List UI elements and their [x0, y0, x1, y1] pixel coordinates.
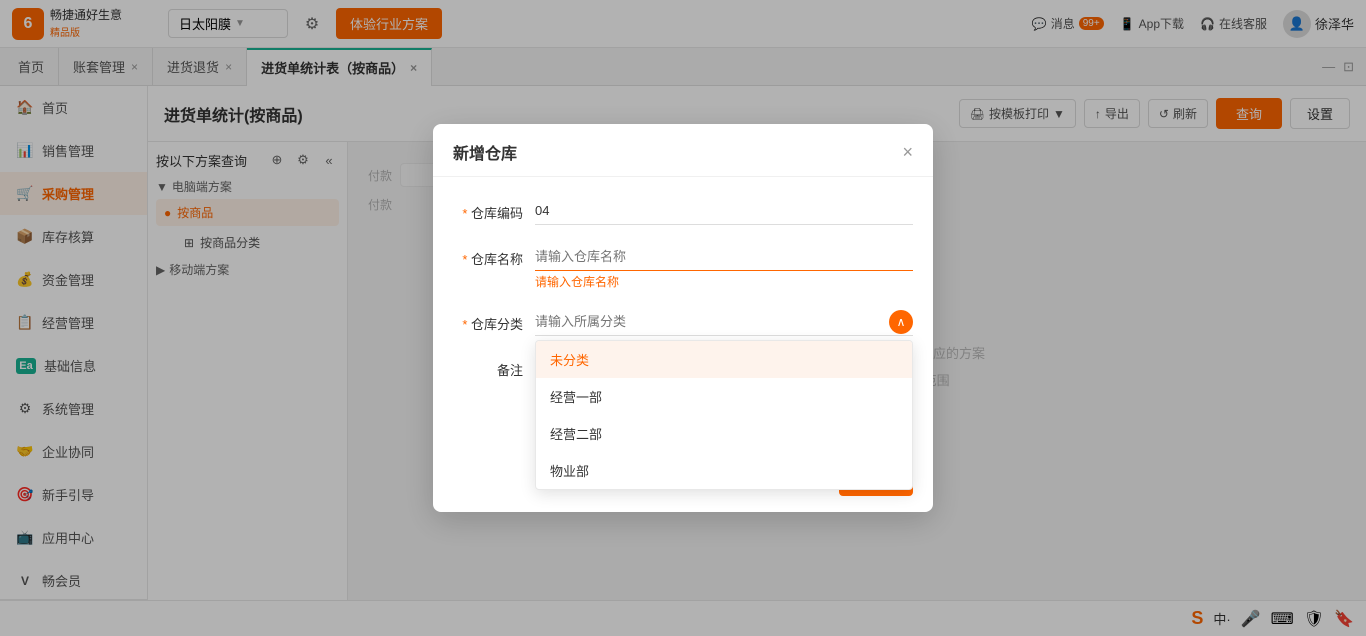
- name-label: 仓库名称: [453, 243, 523, 268]
- form-row-code: 仓库编码: [453, 197, 913, 225]
- modal-header: 新增仓库 ×: [433, 124, 933, 177]
- category-dropdown-arrow[interactable]: ∧: [889, 310, 913, 334]
- dropdown-item-dept2[interactable]: 经营二部: [536, 415, 912, 452]
- dropdown-item-dept1[interactable]: 经营一部: [536, 378, 912, 415]
- category-dropdown: 未分类 经营一部 经营二部 物业部: [535, 340, 913, 490]
- code-field: [535, 197, 913, 225]
- name-input[interactable]: [535, 243, 913, 271]
- form-row-name: 仓库名称 请输入仓库名称: [453, 243, 913, 290]
- dropdown-item-dept3[interactable]: 物业部: [536, 452, 912, 489]
- code-input[interactable]: [535, 197, 913, 225]
- category-input[interactable]: [535, 308, 913, 336]
- category-label: 仓库分类: [453, 308, 523, 333]
- modal-close-button[interactable]: ×: [902, 142, 913, 163]
- modal-overlay: 新增仓库 × 仓库编码 仓库名称 请输入仓库名称 仓库分类: [0, 0, 1366, 636]
- modal-title: 新增仓库: [453, 140, 517, 164]
- dropdown-item-uncategorized[interactable]: 未分类: [536, 341, 912, 378]
- category-field: ∧ 未分类 经营一部 经营二部 物业部: [535, 308, 913, 336]
- modal-body: 仓库编码 仓库名称 请输入仓库名称 仓库分类 ∧: [433, 177, 933, 451]
- modal-new-warehouse: 新增仓库 × 仓库编码 仓库名称 请输入仓库名称 仓库分类: [433, 124, 933, 512]
- name-field: 请输入仓库名称: [535, 243, 913, 290]
- name-error-msg: 请输入仓库名称: [535, 273, 913, 290]
- form-row-category: 仓库分类 ∧ 未分类 经营一部 经营二部 物业部: [453, 308, 913, 336]
- note-label: 备注: [453, 354, 523, 379]
- code-label: 仓库编码: [453, 197, 523, 222]
